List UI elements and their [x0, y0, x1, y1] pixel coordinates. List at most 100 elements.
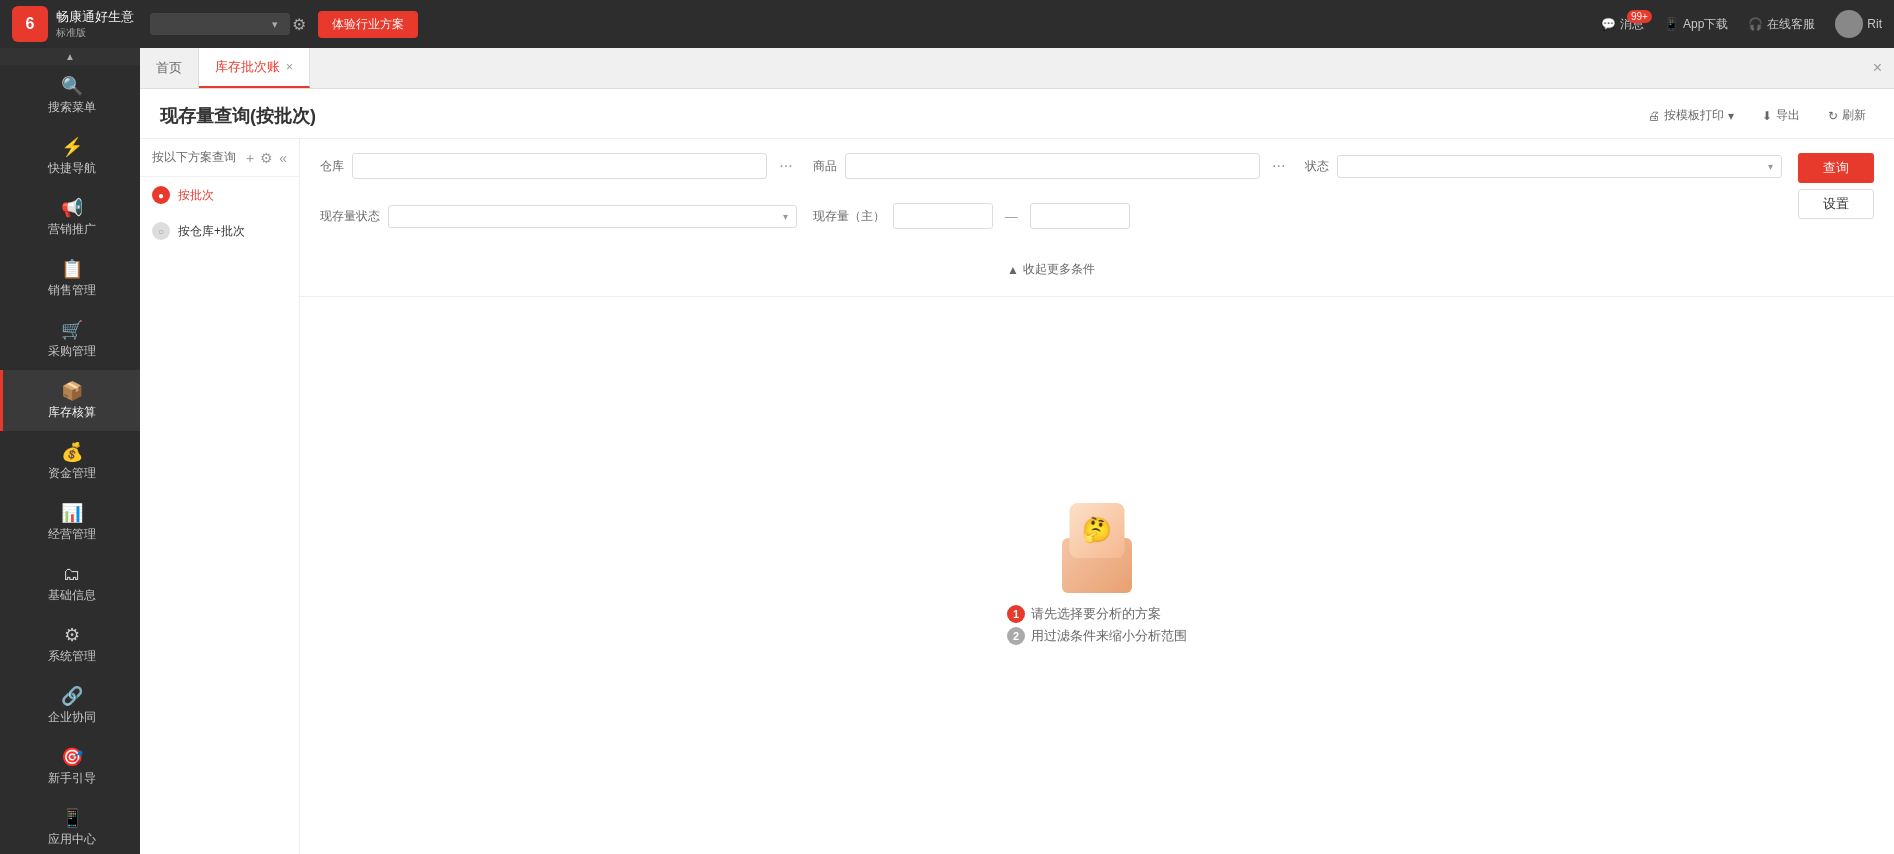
app-brand: 畅康通好生意 标准版: [56, 8, 134, 40]
sidebar-label-purchase: 采购管理: [48, 343, 96, 360]
filter-form: 仓库 ··· 商品 ··· 状态: [300, 139, 1894, 297]
sidebar-label-operations: 经营管理: [48, 526, 96, 543]
refresh-btn[interactable]: ↻ 刷新: [1820, 103, 1874, 128]
empty-state: 🤔 1 请先选择要分析的方案 2 用过滤条件来缩小分析范围: [300, 297, 1894, 854]
scheme-gear-btn[interactable]: ⚙: [260, 150, 273, 166]
avatar: [1835, 10, 1863, 38]
online-service-btn[interactable]: 🎧 在线客服: [1748, 16, 1815, 33]
settings-icon[interactable]: ⚙: [292, 15, 306, 34]
marketing-icon: 📢: [61, 199, 83, 217]
export-btn[interactable]: ⬇ 导出: [1754, 103, 1808, 128]
scheme-item-按批次[interactable]: ● 按批次: [140, 177, 299, 213]
online-service-icon: 🎧: [1748, 17, 1763, 31]
stock-qty-field: 现存量（主） —: [813, 203, 1290, 229]
stock-qty-dash: —: [1001, 209, 1022, 224]
scheme-label: 按批次: [178, 187, 214, 204]
experience-btn[interactable]: 体验行业方案: [318, 11, 418, 38]
scheme-panel-icons: + ⚙ «: [246, 150, 287, 166]
sidebar-label-newbie: 新手引导: [48, 770, 96, 787]
newbie-icon: 🎯: [61, 748, 83, 766]
stock-status-field: 现存量状态 ▾: [320, 205, 797, 228]
sidebar-item-marketing[interactable]: 📢 营销推广: [0, 187, 140, 248]
query-btn[interactable]: 查询: [1798, 153, 1874, 183]
sidebar-item-quicknav[interactable]: ⚡ 快捷导航: [0, 126, 140, 187]
topbar-search-wrap: ▾ ⚙: [150, 13, 306, 35]
product-input[interactable]: [845, 153, 1260, 179]
tab-close-btn[interactable]: ×: [286, 60, 293, 74]
scheme-panel-header: 按以下方案查询 + ⚙ «: [140, 139, 299, 177]
sidebar-item-system[interactable]: ⚙ 系统管理: [0, 614, 140, 675]
status-field: 状态 ▾: [1305, 155, 1782, 178]
scheme-collapse-btn[interactable]: «: [279, 150, 287, 166]
print-btn[interactable]: 🖨 按模板打印 ▾: [1640, 103, 1742, 128]
message-badge: 99+: [1627, 10, 1652, 23]
sidebar: ▲ 🔍 搜索菜单 ⚡ 快捷导航 📢 营销推广 📋 销售管理 🛒 采购管理 📦 库…: [0, 48, 140, 854]
scheme-add-btn[interactable]: +: [246, 150, 254, 166]
panel-close-btn[interactable]: ×: [1861, 59, 1894, 77]
print-dropdown-icon: ▾: [1728, 109, 1734, 123]
product-more-btn[interactable]: ···: [1268, 157, 1289, 175]
filter-actions-row: ▲ 收起更多条件: [320, 253, 1782, 282]
filter-main: 按以下方案查询 + ⚙ « ● 按批次 ○ 按仓库+批次: [140, 139, 1894, 854]
page-header: 现存量查询(按批次) 🖨 按模板打印 ▾ ⬇ 导出 ↻ 刷新: [140, 89, 1894, 139]
collapse-icon: ▲: [1007, 263, 1019, 277]
sidebar-item-basics[interactable]: 🗂 基础信息: [0, 553, 140, 614]
sidebar-item-purchase[interactable]: 🛒 采购管理: [0, 309, 140, 370]
collapse-more-btn[interactable]: ▲ 收起更多条件: [995, 257, 1107, 282]
warehouse-label: 仓库: [320, 158, 344, 175]
sidebar-item-enterprise[interactable]: 🔗 企业协同: [0, 675, 140, 736]
sidebar-label-sales: 销售管理: [48, 282, 96, 299]
scheme-item-按仓库+批次[interactable]: ○ 按仓库+批次: [140, 213, 299, 249]
product-label: 商品: [813, 158, 837, 175]
username-label: Rit: [1867, 17, 1882, 31]
finance-icon: 💰: [61, 443, 83, 461]
sidebar-item-inventory[interactable]: 📦 库存核算: [0, 370, 140, 431]
stock-status-select[interactable]: ▾: [388, 205, 797, 228]
sidebar-scroll-up[interactable]: ▲: [0, 48, 140, 65]
sidebar-label-quicknav: 快捷导航: [48, 160, 96, 177]
search-input[interactable]: [150, 13, 290, 35]
sidebar-item-operations[interactable]: 📊 经营管理: [0, 492, 140, 553]
warehouse-more-btn[interactable]: ···: [775, 157, 796, 175]
sidebar-label-search: 搜索菜单: [48, 99, 96, 116]
product-field: 商品 ···: [813, 153, 1290, 179]
content-area: 首页库存批次账× × 现存量查询(按批次) 🖨 按模板打印 ▾ ⬇ 导出 ↻ 刷…: [140, 48, 1894, 854]
tip-num-2: 2: [1007, 627, 1025, 645]
status-select[interactable]: ▾: [1337, 155, 1782, 178]
stock-qty-start-input[interactable]: [893, 203, 993, 229]
set-btn[interactable]: 设置: [1798, 189, 1874, 219]
message-btn[interactable]: 💬 消息 99+: [1601, 16, 1644, 33]
refresh-icon: ↻: [1828, 109, 1838, 123]
stock-qty-end-input[interactable]: [1030, 203, 1130, 229]
status-label: 状态: [1305, 158, 1329, 175]
page-header-actions: 🖨 按模板打印 ▾ ⬇ 导出 ↻ 刷新: [1640, 103, 1874, 128]
tab-库存批次账[interactable]: 库存批次账×: [199, 48, 310, 88]
user-avatar-wrap[interactable]: Rit: [1835, 10, 1882, 38]
sidebar-label-appcenter: 应用中心: [48, 831, 96, 848]
stock-status-label: 现存量状态: [320, 208, 380, 225]
filter-row-2: 现存量状态 ▾ 现存量（主） —: [320, 203, 1782, 229]
tab-首页[interactable]: 首页: [140, 48, 199, 88]
search-dropdown-icon[interactable]: ▾: [272, 18, 278, 31]
sidebar-label-finance: 资金管理: [48, 465, 96, 482]
sidebar-label-basics: 基础信息: [48, 587, 96, 604]
scheme-icon: ○: [152, 222, 170, 240]
warehouse-input[interactable]: [352, 153, 767, 179]
sidebar-item-search[interactable]: 🔍 搜索菜单: [0, 65, 140, 126]
message-icon: 💬: [1601, 17, 1616, 31]
scheme-header-label: 按以下方案查询: [152, 149, 236, 166]
online-service-label: 在线客服: [1767, 16, 1815, 33]
sidebar-item-newbie[interactable]: 🎯 新手引导: [0, 736, 140, 797]
sidebar-item-finance[interactable]: 💰 资金管理: [0, 431, 140, 492]
sidebar-item-sales[interactable]: 📋 销售管理: [0, 248, 140, 309]
export-icon: ⬇: [1762, 109, 1772, 123]
sidebar-label-marketing: 营销推广: [48, 221, 96, 238]
tip-text-1: 请先选择要分析的方案: [1031, 605, 1161, 623]
topbar-right: 💬 消息 99+ 📱 App下载 🎧 在线客服 Rit: [1601, 10, 1882, 38]
empty-illustration: 🤔: [1047, 503, 1147, 593]
app-download-btn[interactable]: 📱 App下载: [1664, 16, 1728, 33]
sidebar-item-appcenter[interactable]: 📱 应用中心: [0, 797, 140, 854]
scheme-panel: 按以下方案查询 + ⚙ « ● 按批次 ○ 按仓库+批次: [140, 139, 300, 854]
page-title: 现存量查询(按批次): [160, 104, 316, 128]
sidebar-label-inventory: 库存核算: [48, 404, 96, 421]
